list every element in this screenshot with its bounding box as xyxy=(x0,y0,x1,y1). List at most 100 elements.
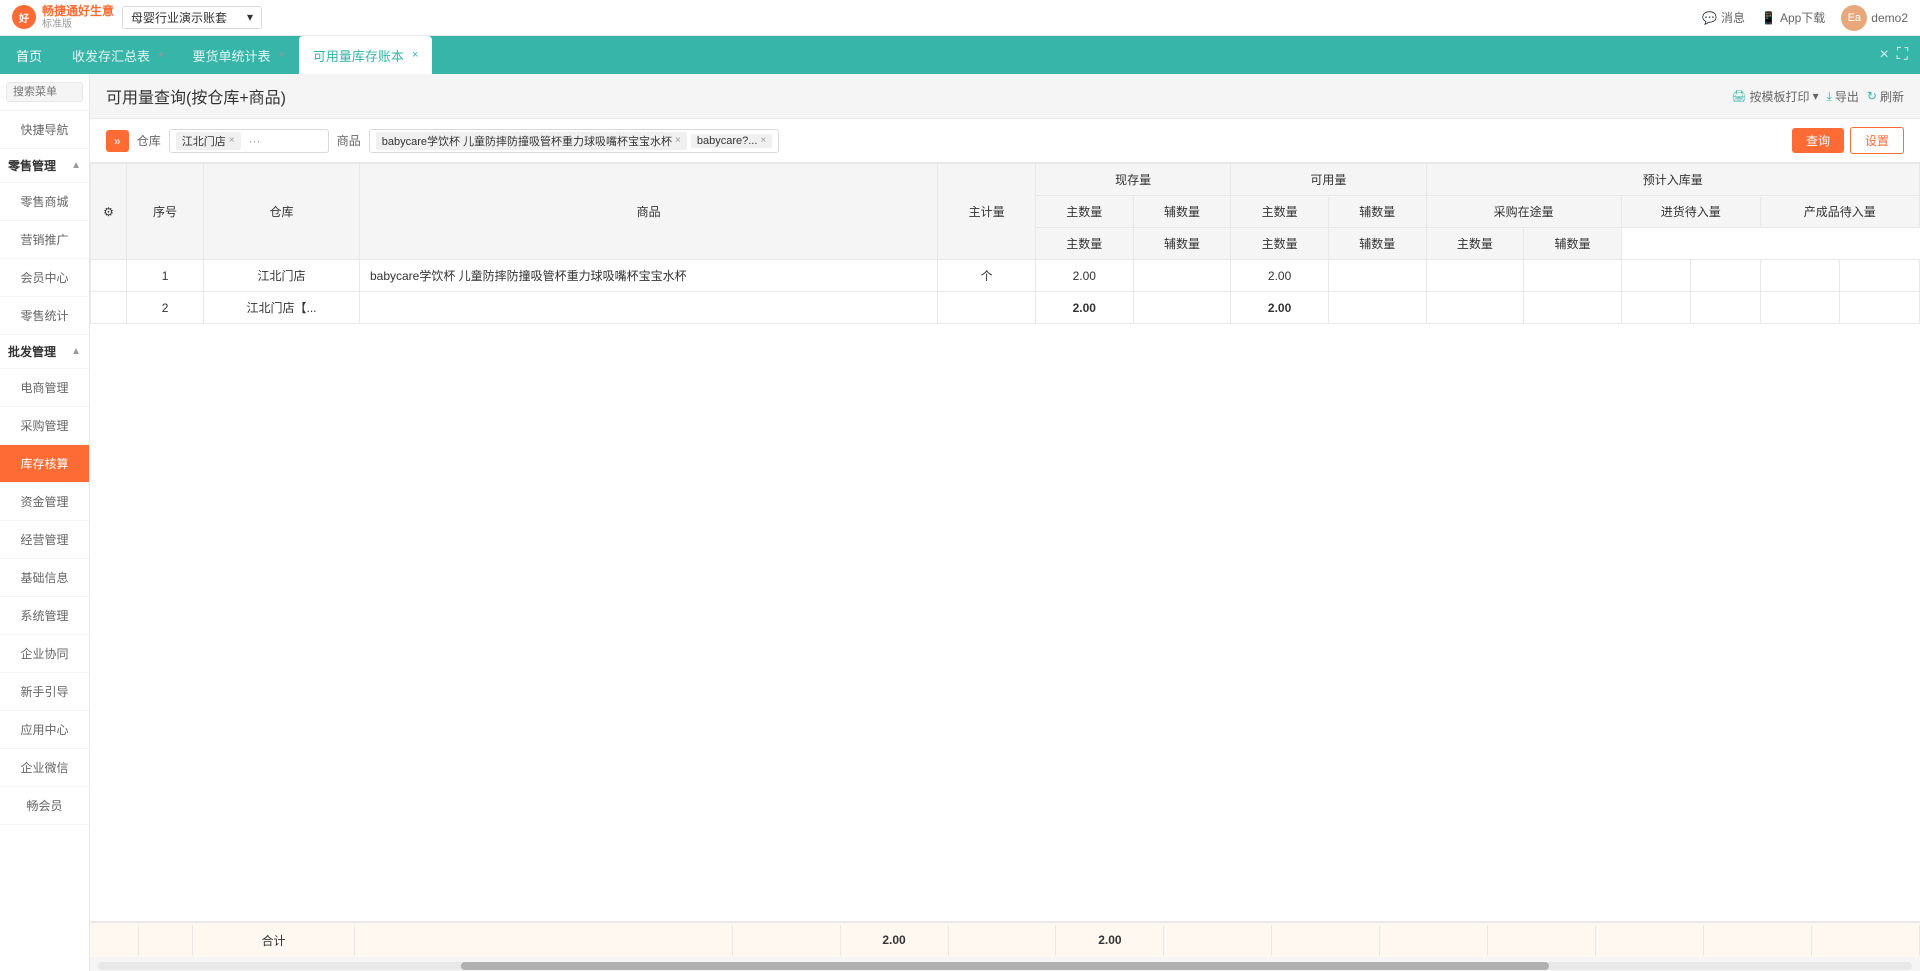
sidebar-item-enterprise[interactable]: 企业协同 xyxy=(0,635,89,673)
row-stock-aux-1 xyxy=(1133,292,1231,324)
page-actions: 🖨 按模板打印 ▾ ⤓ 导出 ↻ 刷新 xyxy=(1731,88,1904,105)
scrollbar-inner xyxy=(98,962,1912,970)
product-tag-1-close[interactable]: × xyxy=(675,135,681,146)
footer-empty-3 xyxy=(354,925,732,956)
tab-close-stock[interactable]: × xyxy=(412,49,418,61)
row-avail-main-1: 2.00 xyxy=(1231,292,1329,324)
col-fp-aux: 辅数量 xyxy=(1524,228,1622,260)
product-tag-2-close[interactable]: × xyxy=(760,135,766,146)
sidebar-item-operations[interactable]: 经营管理 xyxy=(0,521,89,559)
col-unit: 主计量 xyxy=(938,164,1036,260)
message-action[interactable]: 💬 消息 xyxy=(1702,9,1745,26)
nav-fullscreen-btn[interactable]: ⛶ xyxy=(1897,46,1908,64)
sidebar-item-wechat[interactable]: 企业微信 xyxy=(0,749,89,787)
col-fp-main: 主数量 xyxy=(1426,228,1524,260)
export-icon: ⤓ xyxy=(1827,89,1832,104)
table-footer: 合计 2.00 2.00 xyxy=(90,921,1920,957)
industry-arrow-icon: ▾ xyxy=(247,10,253,24)
row-ip-aux-1 xyxy=(1691,292,1760,324)
data-table: ⚙ 序号 仓库 商品 主计量 现存量 可用量 预计入库量 主数量 辅数量 主数量… xyxy=(90,163,1920,324)
tab-home[interactable]: 首页 xyxy=(0,36,58,74)
sidebar-item-finance[interactable]: 资金管理 xyxy=(0,483,89,521)
user-action[interactable]: Ea demo2 xyxy=(1841,5,1908,31)
row-ip-main-1 xyxy=(1621,292,1690,324)
product-filter-input[interactable]: babycare学饮杯 儿童防摔防撞吸管杯重力球吸嘴杯宝宝水杯 × babyca… xyxy=(369,129,780,153)
col-index: 序号 xyxy=(127,164,204,260)
app-download-action[interactable]: 📱 App下载 xyxy=(1761,9,1825,26)
settings-button[interactable]: 设置 xyxy=(1850,127,1904,154)
row-stock-main-0: 2.00 xyxy=(1035,260,1133,292)
footer-avail-aux xyxy=(1164,925,1272,956)
row-unit-1 xyxy=(938,292,1036,324)
print-button[interactable]: 🖨 按模板打印 ▾ xyxy=(1731,88,1818,105)
search-input[interactable] xyxy=(6,82,83,102)
print-arrow-icon: ▾ xyxy=(1813,89,1819,103)
col-product: 商品 xyxy=(359,164,937,260)
footer-table: 合计 2.00 2.00 xyxy=(90,925,1920,956)
logo-text: 畅捷通好生意 xyxy=(42,4,114,18)
scrollbar-track[interactable] xyxy=(90,957,1920,971)
row-pt-main-0 xyxy=(1426,260,1524,292)
row-warehouse-1: 江北门店【... xyxy=(204,292,360,324)
product-label: 商品 xyxy=(337,132,361,149)
col-warehouse: 仓库 xyxy=(204,164,360,260)
row-unit-0: 个 xyxy=(938,260,1036,292)
sidebar-item-newbie[interactable]: 新手引导 xyxy=(0,673,89,711)
row-product-1 xyxy=(359,292,937,324)
footer-pt-aux xyxy=(1380,925,1488,956)
sidebar-item-retail-mgmt[interactable]: 零售管理 ▲ xyxy=(0,149,89,183)
refresh-icon: ↻ xyxy=(1867,89,1877,103)
sidebar-item-wholesale-mgmt[interactable]: 批发管理 ▲ xyxy=(0,335,89,369)
filter-toggle-button[interactable]: » xyxy=(106,130,129,152)
logo-area: 好 畅捷通好生意 标准版 xyxy=(12,4,114,30)
sidebar-item-ecommerce[interactable]: 电商管理 xyxy=(0,369,89,407)
app-icon: 📱 xyxy=(1761,11,1776,25)
query-button[interactable]: 查询 xyxy=(1792,128,1844,153)
message-label: 消息 xyxy=(1721,9,1745,26)
refresh-button[interactable]: ↻ 刷新 xyxy=(1867,88,1904,105)
row-warehouse-0: 江北门店 xyxy=(204,260,360,292)
sidebar-search-area xyxy=(0,74,89,111)
sidebar-item-quick-nav[interactable]: 快捷导航 xyxy=(0,111,89,149)
sidebar-item-marketing[interactable]: 营销推广 xyxy=(0,221,89,259)
row-avail-aux-1 xyxy=(1328,292,1426,324)
sidebar-item-member[interactable]: 会员中心 xyxy=(0,259,89,297)
tab-receive-summary[interactable]: 收发存汇总表 × xyxy=(58,36,178,74)
tab-close-receive[interactable]: × xyxy=(158,49,164,61)
sidebar-item-retail-stats[interactable]: 零售统计 xyxy=(0,297,89,335)
row-settings-0 xyxy=(91,260,127,292)
scrollbar-thumb[interactable] xyxy=(461,962,1549,970)
export-button[interactable]: ⤓ 导出 xyxy=(1827,88,1859,105)
warehouse-more-icon[interactable]: ··· xyxy=(245,134,265,148)
sidebar-item-purchase[interactable]: 采购管理 xyxy=(0,407,89,445)
tab-order-stats[interactable]: 要货单统计表 × xyxy=(178,36,298,74)
sidebar-item-system[interactable]: 系统管理 xyxy=(0,597,89,635)
col-purchase-transit: 采购在途量 xyxy=(1426,196,1621,228)
warehouse-filter-input[interactable]: 江北门店 × ··· xyxy=(169,129,329,153)
footer-pt-main xyxy=(1272,925,1380,956)
nav-close-btn[interactable]: × xyxy=(1879,46,1888,64)
sidebar-item-member2[interactable]: 畅会员 xyxy=(0,787,89,825)
tab-available-stock[interactable]: 可用量库存账本 × xyxy=(299,36,432,74)
footer-ip-main xyxy=(1488,925,1596,956)
nav-right-actions: × ⛶ xyxy=(1879,46,1920,64)
sidebar-item-app-center[interactable]: 应用中心 xyxy=(0,711,89,749)
industry-select[interactable]: 母婴行业演示账套 ▾ xyxy=(122,6,262,29)
main-layout: 快捷导航 零售管理 ▲ 零售商城 营销推广 会员中心 零售统计 批发管理 ▲ 电… xyxy=(0,74,1920,971)
col-incoming-pending: 进货待入量 xyxy=(1621,196,1760,228)
col-settings[interactable]: ⚙ xyxy=(91,164,127,260)
row-fp-main-0 xyxy=(1760,260,1840,292)
sidebar-item-retail-mall[interactable]: 零售商城 xyxy=(0,183,89,221)
nav-tabs: 首页 收发存汇总表 × 要货单统计表 × 可用量库存账本 × × ⛶ xyxy=(0,36,1920,74)
row-fp-aux-1 xyxy=(1840,292,1920,324)
sidebar-item-inventory[interactable]: 库存核算 xyxy=(0,445,89,483)
app-label: App下载 xyxy=(1780,9,1825,26)
col-current-stock: 现存量 xyxy=(1035,164,1230,196)
footer-label: 合计 xyxy=(193,925,355,956)
warehouse-tag-close[interactable]: × xyxy=(229,135,235,146)
page-title: 可用量查询(按仓库+商品) xyxy=(106,84,286,108)
sidebar-item-basic-info[interactable]: 基础信息 xyxy=(0,559,89,597)
col-expected-in: 预计入库量 xyxy=(1426,164,1919,196)
tab-close-order[interactable]: × xyxy=(278,49,284,61)
top-bar-right: 💬 消息 📱 App下载 Ea demo2 xyxy=(1702,5,1908,31)
